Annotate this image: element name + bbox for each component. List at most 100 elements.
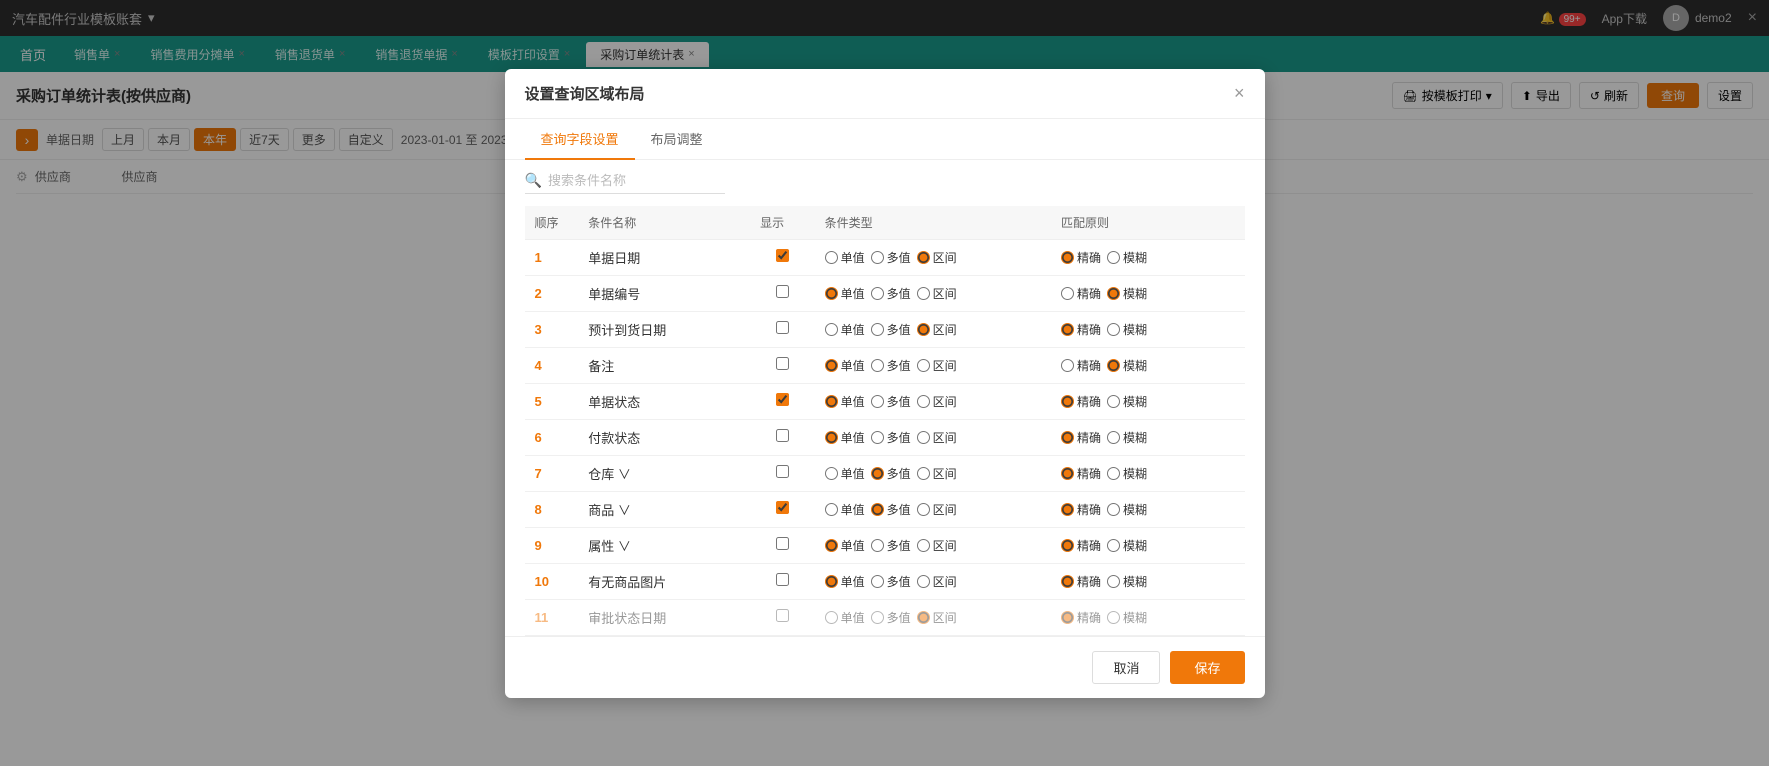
type-option-多值-10[interactable]: 多值 — [871, 609, 911, 626]
match-option-精确-9[interactable]: 精确 — [1061, 573, 1101, 590]
match-option-模糊-0[interactable]: 模糊 — [1107, 249, 1147, 266]
search-input[interactable] — [548, 173, 708, 188]
display-checkbox-7[interactable] — [776, 501, 789, 514]
match-option-模糊-3[interactable]: 模糊 — [1107, 357, 1147, 374]
type-option-单值-6[interactable]: 单值 — [825, 465, 865, 482]
match-option-精确-2[interactable]: 精确 — [1061, 321, 1101, 338]
type-option-区间-4[interactable]: 区间 — [917, 393, 957, 410]
type-option-多值-7[interactable]: 多值 — [871, 501, 911, 518]
type-option-单值-1[interactable]: 单值 — [825, 285, 865, 302]
cancel-button[interactable]: 取消 — [1092, 651, 1160, 684]
type-option-单值-5[interactable]: 单值 — [825, 429, 865, 446]
cell-order-0: 1 — [525, 239, 579, 275]
cell-display-9[interactable] — [750, 563, 814, 599]
type-option-区间-9[interactable]: 区间 — [917, 573, 957, 590]
display-checkbox-6[interactable] — [776, 465, 789, 478]
cell-display-6[interactable] — [750, 455, 814, 491]
type-option-区间-6[interactable]: 区间 — [917, 465, 957, 482]
type-option-区间-0[interactable]: 区间 — [917, 249, 957, 266]
match-option-精确-3[interactable]: 精确 — [1061, 357, 1101, 374]
type-option-多值-5[interactable]: 多值 — [871, 429, 911, 446]
match-option-精确-4[interactable]: 精确 — [1061, 393, 1101, 410]
type-option-多值-3[interactable]: 多值 — [871, 357, 911, 374]
cell-match-3: 精确模糊 — [1051, 347, 1244, 383]
type-option-单值-8[interactable]: 单值 — [825, 537, 865, 554]
type-option-多值-4[interactable]: 多值 — [871, 393, 911, 410]
display-checkbox-8[interactable] — [776, 537, 789, 550]
match-option-精确-6[interactable]: 精确 — [1061, 465, 1101, 482]
cell-name-6: 仓库 ∨ — [578, 455, 750, 491]
table-row: 2单据编号单值多值区间精确模糊 — [525, 275, 1245, 311]
match-option-模糊-6[interactable]: 模糊 — [1107, 465, 1147, 482]
match-option-模糊-10[interactable]: 模糊 — [1107, 609, 1147, 626]
cell-order-1: 2 — [525, 275, 579, 311]
match-option-模糊-1[interactable]: 模糊 — [1107, 285, 1147, 302]
cell-display-2[interactable] — [750, 311, 814, 347]
type-option-单值-10[interactable]: 单值 — [825, 609, 865, 626]
type-option-多值-9[interactable]: 多值 — [871, 573, 911, 590]
type-option-单值-7[interactable]: 单值 — [825, 501, 865, 518]
type-option-多值-1[interactable]: 多值 — [871, 285, 911, 302]
cell-display-4[interactable] — [750, 383, 814, 419]
display-checkbox-4[interactable] — [776, 393, 789, 406]
cell-order-7: 8 — [525, 491, 579, 527]
search-wrapper: 🔍 — [525, 172, 725, 194]
type-option-区间-7[interactable]: 区间 — [917, 501, 957, 518]
match-option-精确-1[interactable]: 精确 — [1061, 285, 1101, 302]
type-option-单值-3[interactable]: 单值 — [825, 357, 865, 374]
tab-query-fields[interactable]: 查询字段设置 — [525, 119, 635, 160]
type-option-区间-2[interactable]: 区间 — [917, 321, 957, 338]
cell-display-8[interactable] — [750, 527, 814, 563]
display-checkbox-0[interactable] — [776, 249, 789, 262]
display-checkbox-2[interactable] — [776, 321, 789, 334]
match-option-精确-8[interactable]: 精确 — [1061, 537, 1101, 554]
display-checkbox-1[interactable] — [776, 285, 789, 298]
cell-display-7[interactable] — [750, 491, 814, 527]
cell-order-8: 9 — [525, 527, 579, 563]
type-option-多值-6[interactable]: 多值 — [871, 465, 911, 482]
dialog-close-button[interactable]: × — [1234, 83, 1245, 104]
cell-order-6: 7 — [525, 455, 579, 491]
cell-name-8: 属性 ∨ — [578, 527, 750, 563]
display-checkbox-10[interactable] — [776, 609, 789, 622]
match-option-精确-0[interactable]: 精确 — [1061, 249, 1101, 266]
cell-name-9: 有无商品图片 — [578, 563, 750, 599]
display-checkbox-5[interactable] — [776, 429, 789, 442]
type-option-区间-8[interactable]: 区间 — [917, 537, 957, 554]
match-option-精确-5[interactable]: 精确 — [1061, 429, 1101, 446]
cell-match-1: 精确模糊 — [1051, 275, 1244, 311]
match-option-精确-10[interactable]: 精确 — [1061, 609, 1101, 626]
dialog-footer: 取消 保存 — [505, 636, 1265, 698]
table-row: 5单据状态单值多值区间精确模糊 — [525, 383, 1245, 419]
type-option-区间-3[interactable]: 区间 — [917, 357, 957, 374]
dialog-title: 设置查询区域布局 — [525, 83, 645, 104]
type-option-区间-5[interactable]: 区间 — [917, 429, 957, 446]
display-checkbox-9[interactable] — [776, 573, 789, 586]
cell-display-5[interactable] — [750, 419, 814, 455]
type-option-区间-10[interactable]: 区间 — [917, 609, 957, 626]
type-option-区间-1[interactable]: 区间 — [917, 285, 957, 302]
type-option-单值-9[interactable]: 单值 — [825, 573, 865, 590]
type-option-单值-0[interactable]: 单值 — [825, 249, 865, 266]
type-option-多值-0[interactable]: 多值 — [871, 249, 911, 266]
cell-display-0[interactable] — [750, 239, 814, 275]
type-option-单值-4[interactable]: 单值 — [825, 393, 865, 410]
match-option-模糊-9[interactable]: 模糊 — [1107, 573, 1147, 590]
cell-display-3[interactable] — [750, 347, 814, 383]
match-option-模糊-8[interactable]: 模糊 — [1107, 537, 1147, 554]
type-option-多值-2[interactable]: 多值 — [871, 321, 911, 338]
type-option-多值-8[interactable]: 多值 — [871, 537, 911, 554]
match-option-模糊-4[interactable]: 模糊 — [1107, 393, 1147, 410]
save-button[interactable]: 保存 — [1170, 651, 1244, 684]
tab-layout-adjust[interactable]: 布局调整 — [635, 119, 719, 160]
type-option-单值-2[interactable]: 单值 — [825, 321, 865, 338]
cell-display-1[interactable] — [750, 275, 814, 311]
cell-name-10: 审批状态日期 — [578, 599, 750, 635]
cell-order-10: 11 — [525, 599, 579, 635]
match-option-模糊-5[interactable]: 模糊 — [1107, 429, 1147, 446]
display-checkbox-3[interactable] — [776, 357, 789, 370]
match-option-模糊-7[interactable]: 模糊 — [1107, 501, 1147, 518]
cell-display-10[interactable] — [750, 599, 814, 635]
match-option-模糊-2[interactable]: 模糊 — [1107, 321, 1147, 338]
match-option-精确-7[interactable]: 精确 — [1061, 501, 1101, 518]
